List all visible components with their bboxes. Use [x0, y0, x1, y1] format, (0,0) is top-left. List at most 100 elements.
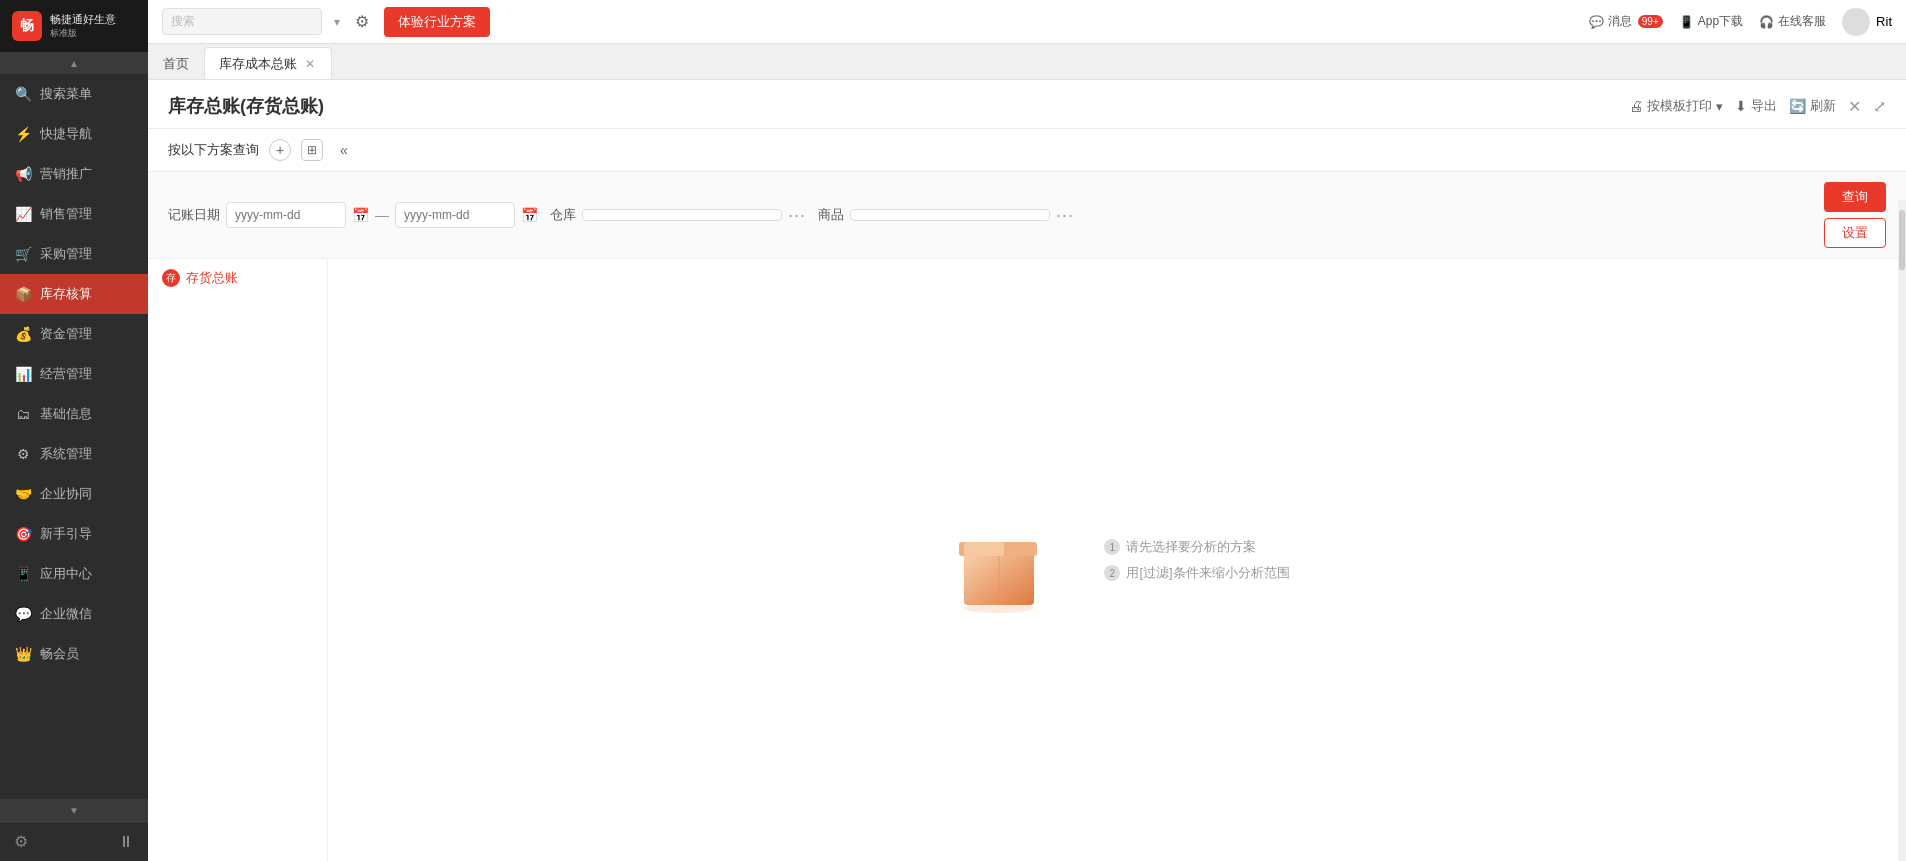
print-icon: 🖨 — [1629, 98, 1643, 114]
sidebar-nav: 🔍 搜索菜单 ⚡ 快捷导航 📢 营销推广 📈 销售管理 🛒 采购管理 📦 库存核… — [0, 74, 148, 799]
empty-hint-1: 1 请先选择要分析的方案 — [1104, 538, 1289, 556]
sidebar-item-label: 库存核算 — [40, 285, 92, 303]
panel-expand-icon[interactable]: ⤢ — [1873, 97, 1886, 116]
scheme-item-stock-ledger[interactable]: 存 存货总账 — [148, 259, 327, 297]
page-content: 库存总账(存货总账) 🖨 按模板打印 ▾ ⬇ 导出 🔄 刷新 ✕ ⤢ — [148, 80, 1906, 861]
empty-hints: 1 请先选择要分析的方案 2 用[过滤]条件来缩小分析范围 — [1104, 538, 1289, 582]
sidebar-item-system[interactable]: ⚙ 系统管理 — [0, 434, 148, 474]
sidebar-item-cooperation[interactable]: 🤝 企业协同 — [0, 474, 148, 514]
hint-num-2: 2 — [1104, 565, 1120, 581]
settings-footer-icon[interactable]: ⚙ — [14, 832, 28, 851]
print-dropdown-icon: ▾ — [1716, 99, 1723, 114]
sidebar-item-label: 快捷导航 — [40, 125, 92, 143]
query-button[interactable]: 查询 — [1824, 182, 1886, 212]
sidebar-item-label: 基础信息 — [40, 405, 92, 423]
sidebar-item-label: 新手引导 — [40, 525, 92, 543]
right-scrollbar-track[interactable] — [1898, 200, 1906, 861]
logo-badge: 标准版 — [50, 27, 116, 40]
product-more-icon[interactable]: ··· — [1056, 205, 1074, 226]
app-download-action[interactable]: 📱 App下载 — [1679, 13, 1743, 30]
hint-text-1: 请先选择要分析的方案 — [1126, 538, 1256, 556]
export-label: 导出 — [1751, 97, 1777, 115]
messages-label: 消息 — [1608, 13, 1632, 30]
page-title: 库存总账(存货总账) — [168, 94, 324, 118]
tab-inventory-label: 库存成本总账 — [219, 55, 297, 73]
product-input[interactable] — [850, 209, 1050, 221]
sidebar-scroll-down[interactable]: ▼ — [0, 799, 148, 821]
main-area: 搜索 ▾ ⚙ 体验行业方案 💬 消息 99+ 📱 App下载 🎧 在线客服 Ri — [148, 0, 1906, 861]
user-name: Rit — [1876, 14, 1892, 29]
topbar-left: 搜索 ▾ ⚙ 体验行业方案 — [162, 7, 1589, 37]
appcenter-icon: 📱 — [14, 565, 32, 583]
audio-footer-icon[interactable]: ⏸ — [118, 833, 134, 851]
date-end-input[interactable] — [395, 202, 515, 228]
date-separator: — — [375, 207, 389, 223]
calendar-start-icon[interactable]: 📅 — [352, 207, 369, 223]
filter-collapse-button[interactable]: « — [333, 139, 355, 161]
sidebar-item-basic[interactable]: 🗂 基础信息 — [0, 394, 148, 434]
refresh-btn[interactable]: 🔄 刷新 — [1789, 97, 1836, 115]
filter-add-button[interactable]: + — [269, 139, 291, 161]
tab-inventory-ledger[interactable]: 库存成本总账 ✕ — [204, 47, 332, 79]
sidebar-item-quicknav[interactable]: ⚡ 快捷导航 — [0, 114, 148, 154]
content-area: 存 存货总账 — [148, 259, 1906, 861]
sidebar-item-label: 资金管理 — [40, 325, 92, 343]
online-service-action[interactable]: 🎧 在线客服 — [1759, 13, 1826, 30]
online-service-label: 在线客服 — [1778, 13, 1826, 30]
topbar-settings-icon[interactable]: ⚙ — [348, 8, 376, 36]
sidebar-item-label: 应用中心 — [40, 565, 92, 583]
product-label: 商品 — [818, 206, 844, 224]
print-template-btn[interactable]: 🖨 按模板打印 ▾ — [1629, 97, 1723, 115]
tab-home-label: 首页 — [163, 55, 189, 73]
print-template-label: 按模板打印 — [1647, 97, 1712, 115]
svg-point-4 — [964, 603, 1034, 613]
warehouse-input[interactable] — [582, 209, 782, 221]
empty-box-svg — [944, 500, 1064, 620]
sidebar-item-vip[interactable]: 👑 畅会员 — [0, 634, 148, 674]
messages-action[interactable]: 💬 消息 99+ — [1589, 13, 1663, 30]
warehouse-filter-field: 仓库 ··· — [550, 205, 806, 226]
sidebar-item-purchase[interactable]: 🛒 采购管理 — [0, 234, 148, 274]
tab-close-icon[interactable]: ✕ — [303, 57, 317, 71]
sidebar-item-wecom[interactable]: 💬 企业微信 — [0, 594, 148, 634]
empty-state: 1 请先选择要分析的方案 2 用[过滤]条件来缩小分析范围 — [328, 259, 1906, 861]
user-profile[interactable]: Rit — [1842, 8, 1892, 36]
topbar-dropdown-arrow[interactable]: ▾ — [334, 15, 340, 29]
sidebar-item-inventory[interactable]: 📦 库存核算 — [0, 274, 148, 314]
sidebar-item-guide[interactable]: 🎯 新手引导 — [0, 514, 148, 554]
industry-btn[interactable]: 体验行业方案 — [384, 7, 490, 37]
tab-home[interactable]: 首页 — [148, 47, 204, 79]
warehouse-label: 仓库 — [550, 206, 576, 224]
sidebar-item-label: 畅会员 — [40, 645, 79, 663]
sidebar-item-sales[interactable]: 📈 销售管理 — [0, 194, 148, 234]
svg-rect-5 — [964, 542, 1004, 556]
purchase-icon: 🛒 — [14, 245, 32, 263]
warehouse-more-icon[interactable]: ··· — [788, 205, 806, 226]
sidebar-item-operation[interactable]: 📊 经营管理 — [0, 354, 148, 394]
settings-button[interactable]: 设置 — [1824, 218, 1886, 248]
sidebar-item-marketing[interactable]: 📢 营销推广 — [0, 154, 148, 194]
sidebar-item-finance[interactable]: 💰 资金管理 — [0, 314, 148, 354]
hint-text-2: 用[过滤]条件来缩小分析范围 — [1126, 564, 1289, 582]
filter-schema-button[interactable]: ⊞ — [301, 139, 323, 161]
topbar-right: 💬 消息 99+ 📱 App下载 🎧 在线客服 Rit — [1589, 8, 1892, 36]
date-start-input[interactable] — [226, 202, 346, 228]
sidebar-item-label: 企业协同 — [40, 485, 92, 503]
page-header: 库存总账(存货总账) 🖨 按模板打印 ▾ ⬇ 导出 🔄 刷新 ✕ ⤢ — [148, 80, 1906, 129]
user-avatar — [1842, 8, 1870, 36]
panel-close-icon[interactable]: ✕ — [1848, 97, 1861, 116]
sidebar-item-appcenter[interactable]: 📱 应用中心 — [0, 554, 148, 594]
sales-icon: 📈 — [14, 205, 32, 223]
topbar-search-box[interactable]: 搜索 — [162, 8, 322, 35]
sidebar-scroll-up[interactable]: ▲ — [0, 52, 148, 74]
refresh-icon: 🔄 — [1789, 98, 1806, 114]
sidebar-item-label: 搜索菜单 — [40, 85, 92, 103]
calendar-end-icon[interactable]: 📅 — [521, 207, 538, 223]
right-scrollbar-thumb — [1899, 210, 1905, 270]
sidebar-footer: ⚙ ⏸ — [0, 821, 148, 861]
sidebar-item-search[interactable]: 🔍 搜索菜单 — [0, 74, 148, 114]
export-btn[interactable]: ⬇ 导出 — [1735, 97, 1777, 115]
product-filter-field: 商品 ··· — [818, 205, 1074, 226]
sidebar-item-label: 采购管理 — [40, 245, 92, 263]
refresh-label: 刷新 — [1810, 97, 1836, 115]
